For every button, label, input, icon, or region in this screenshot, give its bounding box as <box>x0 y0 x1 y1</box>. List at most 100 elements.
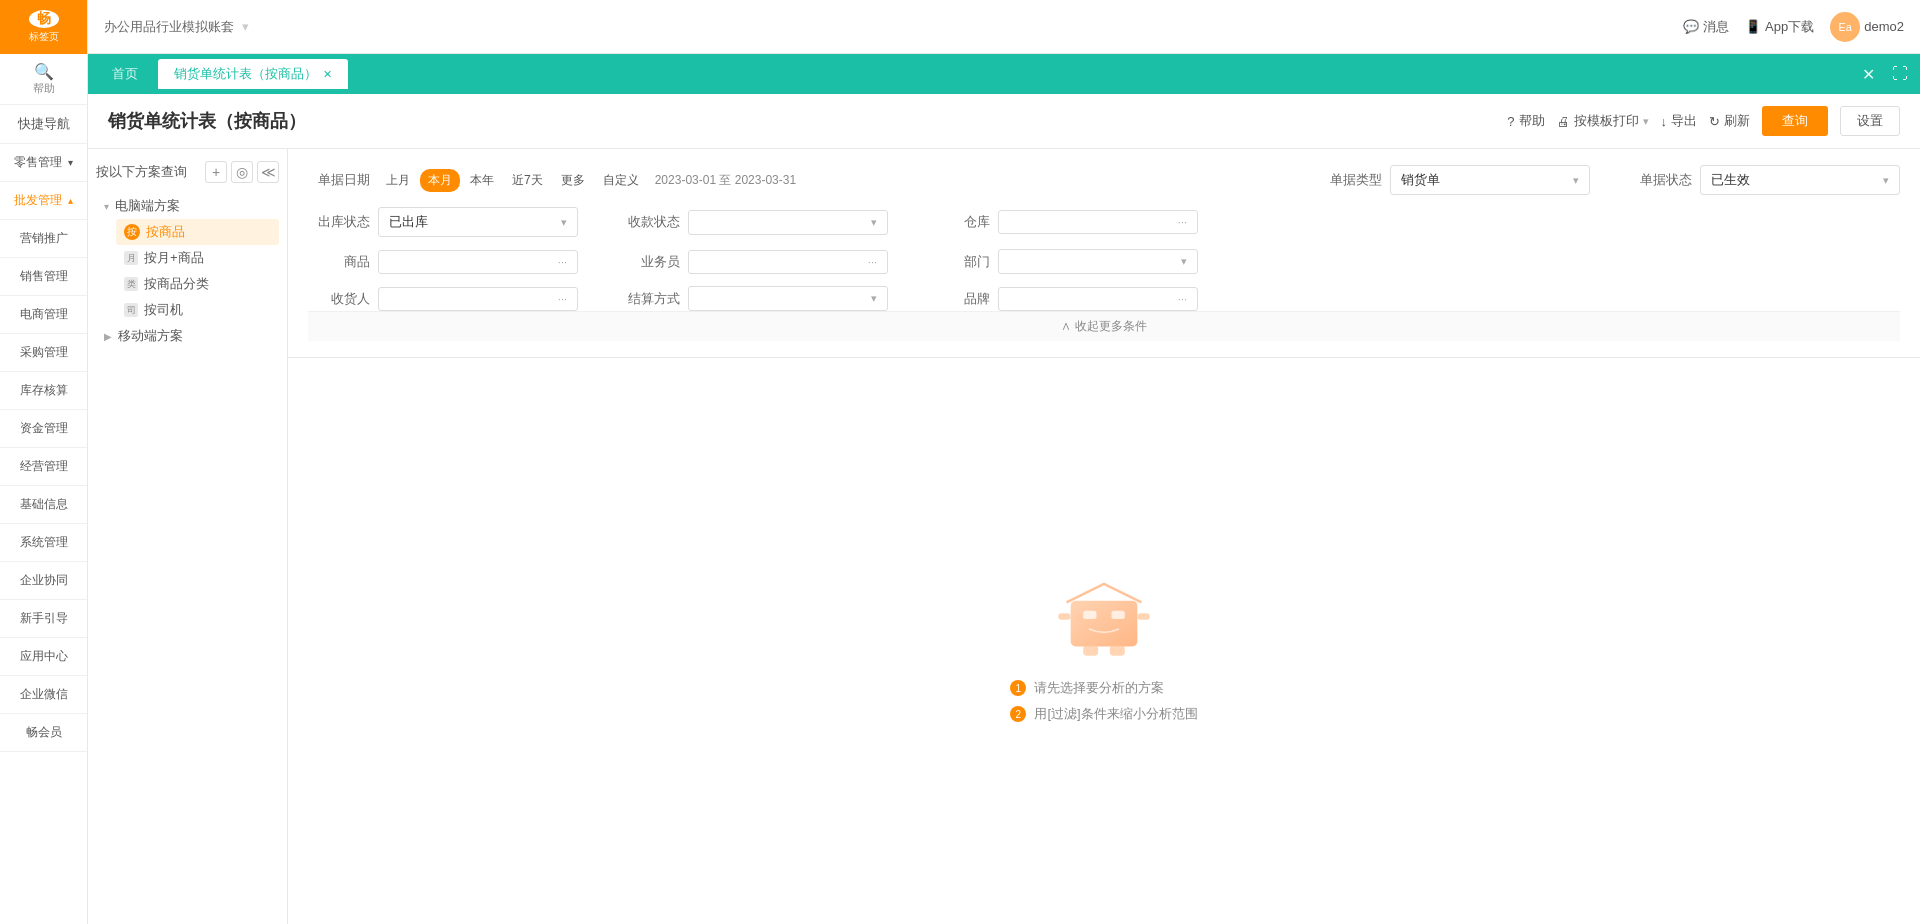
chevron-down-icon: ▾ <box>68 157 73 168</box>
tab-bar: 首页 销货单统计表（按商品） ✕ ✕ ⛶ <box>88 54 1920 94</box>
user-profile-btn[interactable]: Ea demo2 <box>1830 12 1904 42</box>
bill-type-value: 销货单 <box>1401 171 1440 189</box>
tree-category-label: 按商品分类 <box>144 275 209 293</box>
page-title: 销货单统计表（按商品） <box>108 109 306 145</box>
help-btn[interactable]: ? 帮助 <box>1507 112 1544 130</box>
query-button[interactable]: 查询 <box>1762 106 1828 136</box>
tree-mobile-section[interactable]: ▶ 移动端方案 <box>96 323 279 349</box>
bill-status-select[interactable]: 已生效 ▾ <box>1700 165 1900 195</box>
refresh-icon: ↻ <box>1709 114 1720 129</box>
tab-close-all-btn[interactable]: ✕ <box>1856 62 1880 86</box>
sidebar-basic-label: 基础信息 <box>20 497 68 511</box>
date-tab-custom[interactable]: 自定义 <box>595 169 647 192</box>
sidebar-inventory[interactable]: 库存核算 <box>0 372 87 410</box>
sidebar-member-label: 畅会员 <box>26 725 62 739</box>
date-tab-this-month[interactable]: 本月 <box>420 169 460 192</box>
svg-rect-2 <box>1112 611 1125 619</box>
receiver-input[interactable]: ··· <box>378 287 578 311</box>
sidebar-wholesale[interactable]: 批发管理 ▴ <box>0 182 87 220</box>
brand-label: 品牌 <box>928 290 998 308</box>
tab-maximize-btn[interactable]: ⛶ <box>1888 62 1912 86</box>
add-scheme-btn[interactable]: + <box>205 161 227 183</box>
chevron-up-icon: ▴ <box>68 195 73 206</box>
tree-pc-label: 电脑端方案 <box>115 197 180 215</box>
left-panel-title: 按以下方案查询 <box>96 163 187 181</box>
settle-select[interactable]: ▾ <box>688 286 888 311</box>
sidebar-purchase-label: 采购管理 <box>20 345 68 359</box>
warehouse-input[interactable]: ··· <box>998 210 1198 234</box>
sidebar-member[interactable]: 畅会员 <box>0 714 87 752</box>
tree-item-by-goods[interactable]: 按 按商品 <box>116 219 279 245</box>
collapse-bar[interactable]: ∧ 收起更多条件 <box>308 311 1900 341</box>
bill-type-select[interactable]: 销货单 ▾ <box>1390 165 1590 195</box>
sidebar-purchase[interactable]: 采购管理 <box>0 334 87 372</box>
empty-tip-2: 2 用[过滤]条件来缩小分析范围 <box>1010 705 1197 723</box>
collapse-label: ∧ 收起更多条件 <box>1061 319 1146 333</box>
sidebar-system-label: 系统管理 <box>20 535 68 549</box>
brand-input[interactable]: ··· <box>998 287 1198 311</box>
sidebar-basic[interactable]: 基础信息 <box>0 486 87 524</box>
print-template-btn[interactable]: 🖨 按模板打印 ▾ <box>1557 112 1649 130</box>
message-btn[interactable]: 💬 消息 <box>1683 18 1729 36</box>
date-label: 单据日期 <box>308 171 378 189</box>
tree-item-by-month-goods[interactable]: 月 按月+商品 <box>116 245 279 271</box>
sidebar-apps[interactable]: 应用中心 <box>0 638 87 676</box>
warehouse-label: 仓库 <box>928 213 998 231</box>
svg-rect-0 <box>1071 601 1138 647</box>
sidebar-operation[interactable]: 经营管理 <box>0 448 87 486</box>
goods-filter-row: 商品 ··· 业务员 ··· 部门 <box>308 249 1900 274</box>
staff-input[interactable]: ··· <box>688 250 888 274</box>
edit-scheme-btn[interactable]: ◎ <box>231 161 253 183</box>
tree-item-by-driver[interactable]: 司 按司机 <box>116 297 279 323</box>
avatar-label: Ea <box>1839 21 1852 33</box>
top-header-left: 办公用品行业模拟账套 ▾ <box>104 18 249 36</box>
svg-rect-6 <box>1110 646 1125 656</box>
date-tab-this-year[interactable]: 本年 <box>462 169 502 192</box>
status-filter-row: 出库状态 已出库 ▾ 收款状态 ▾ 仓库 <box>308 207 1900 237</box>
page-header: 销货单统计表（按商品） ? 帮助 🖨 按模板打印 ▾ ↓ 导出 ↻ 刷新 <box>88 94 1920 149</box>
tab-home[interactable]: 首页 <box>96 59 154 89</box>
date-tab-7-days[interactable]: 近7天 <box>504 169 551 192</box>
app-download-btn[interactable]: 📱 App下载 <box>1745 18 1814 36</box>
sidebar-cooperation[interactable]: 企业协同 <box>0 562 87 600</box>
receiver-filter-row: 收货人 ··· 结算方式 ▾ 品牌 <box>308 286 1900 311</box>
logo-text: 标签页 <box>29 30 59 44</box>
sidebar-quick-nav[interactable]: 快捷导航 <box>0 105 87 144</box>
industry-label: 办公用品行业模拟账套 <box>104 18 234 36</box>
settings-button[interactable]: 设置 <box>1840 106 1900 136</box>
sidebar-finance[interactable]: 资金管理 <box>0 410 87 448</box>
app-label: App下载 <box>1765 18 1814 36</box>
date-controls: 上月 本月 本年 近7天 更多 自定义 2023-03-01 至 2023-03… <box>378 169 1280 192</box>
out-status-label: 出库状态 <box>308 213 378 231</box>
sidebar-system[interactable]: 系统管理 <box>0 524 87 562</box>
receipt-status-chevron-icon: ▾ <box>871 216 877 229</box>
panel-icons: + ◎ ≪ <box>205 161 279 183</box>
tree-item-by-category[interactable]: 类 按商品分类 <box>116 271 279 297</box>
receipt-status-select[interactable]: ▾ <box>688 210 888 235</box>
sidebar-wechat-label: 企业微信 <box>20 687 68 701</box>
sidebar-retail[interactable]: 零售管理 ▾ <box>0 144 87 182</box>
sidebar-marketing[interactable]: 营销推广 <box>0 220 87 258</box>
refresh-btn[interactable]: ↻ 刷新 <box>1709 112 1750 130</box>
sidebar-search-item[interactable]: 🔍 帮助 <box>0 54 87 105</box>
print-label: 按模板打印 <box>1574 112 1639 130</box>
goods-input[interactable]: ··· <box>378 250 578 274</box>
collapse-panel-btn[interactable]: ≪ <box>257 161 279 183</box>
tree-arrow-right-icon: ▶ <box>104 331 112 342</box>
date-tab-more[interactable]: 更多 <box>553 169 593 192</box>
tab-close-icon[interactable]: ✕ <box>323 68 332 81</box>
sidebar-wechat[interactable]: 企业微信 <box>0 676 87 714</box>
export-btn[interactable]: ↓ 导出 <box>1661 112 1698 130</box>
date-tab-last-month[interactable]: 上月 <box>378 169 418 192</box>
tab-sales-stat[interactable]: 销货单统计表（按商品） ✕ <box>158 59 348 89</box>
dept-select[interactable]: ▾ <box>998 249 1198 274</box>
sidebar-ecommerce[interactable]: 电商管理 <box>0 296 87 334</box>
tip-num-1: 1 <box>1010 680 1026 696</box>
sidebar-sales[interactable]: 销售管理 <box>0 258 87 296</box>
tree-pc-section[interactable]: ▾ 电脑端方案 <box>96 193 279 219</box>
out-status-select[interactable]: 已出库 ▾ <box>378 207 578 237</box>
receiver-dots: ··· <box>558 293 567 305</box>
tip-num-2: 2 <box>1010 706 1026 722</box>
sidebar-guide[interactable]: 新手引导 <box>0 600 87 638</box>
export-icon: ↓ <box>1661 114 1668 129</box>
